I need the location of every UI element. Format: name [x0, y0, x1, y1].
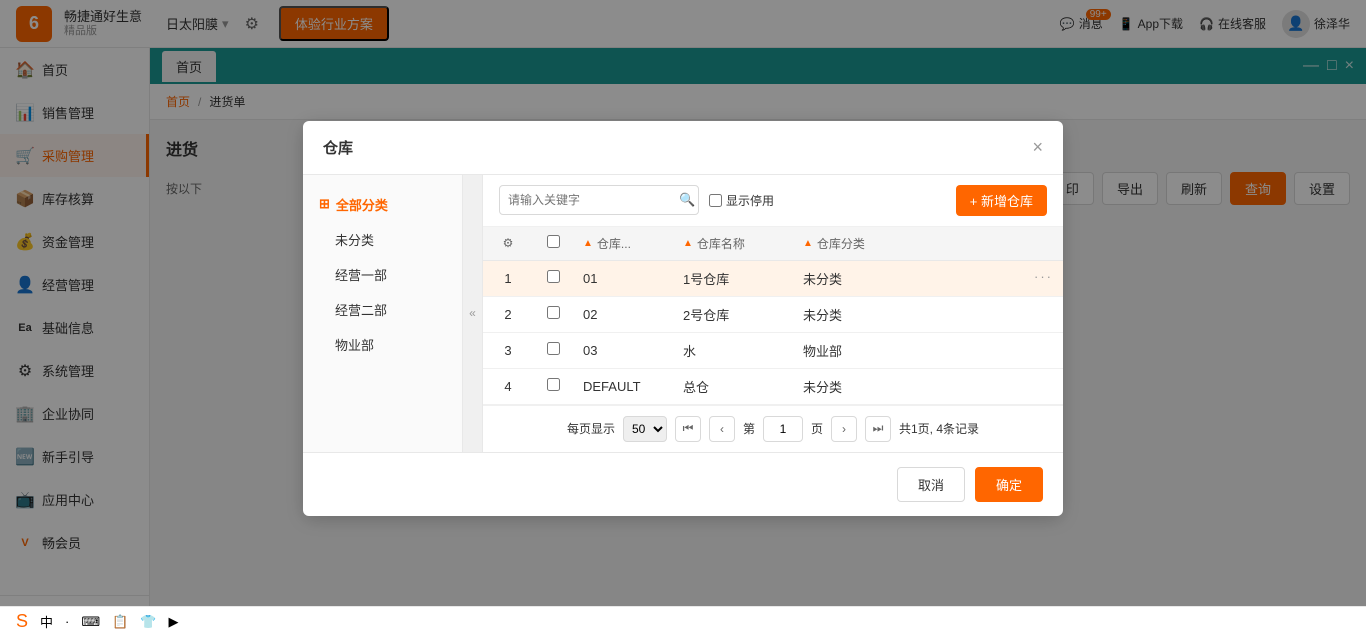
row2-name: 2号仓库: [673, 296, 793, 332]
status-bar: S 中 · ⌨ 📋 👕 ▶: [0, 606, 1366, 636]
modal-category-dept2[interactable]: 经营二部: [303, 292, 462, 327]
row1-code: 01: [573, 260, 673, 296]
warehouse-table-wrap: ⚙ ▲ 仓库...: [483, 227, 1063, 405]
modal-title: 仓库: [323, 137, 353, 158]
row4-name: 总仓: [673, 368, 793, 404]
row4-check[interactable]: [533, 368, 573, 404]
grid-icon: ⊞: [319, 196, 330, 212]
modal-overlay: 仓库 × ⊞ 全部分类 未分类 经营一部 经营二部 物业部 «: [0, 0, 1366, 636]
row1-category: 未分类 ···: [793, 260, 1063, 296]
name-sort-icon: ▲: [683, 238, 693, 249]
th-code: ▲ 仓库...: [573, 227, 673, 261]
row3-checkbox[interactable]: [547, 342, 560, 355]
row4-code: DEFAULT: [573, 368, 673, 404]
modal-category-dept1[interactable]: 经营一部: [303, 257, 462, 292]
table-row[interactable]: 4 DEFAULT 总仓 未分类: [483, 368, 1063, 404]
row3-check[interactable]: [533, 332, 573, 368]
status-item-shirt: 👕: [140, 614, 156, 630]
page-input[interactable]: [763, 416, 803, 442]
row4-category: 未分类: [793, 368, 1063, 404]
pagination: 每页显示 50 ⏮ ‹ 第 页 › ⏭ 共1页, 4条记录: [483, 405, 1063, 452]
status-item-clipboard: 📋: [112, 614, 128, 630]
new-warehouse-button[interactable]: + 新增仓库: [956, 185, 1047, 216]
table-header-row: ⚙ ▲ 仓库...: [483, 227, 1063, 261]
row3-code: 03: [573, 332, 673, 368]
row2-category: 未分类: [793, 296, 1063, 332]
per-page-select[interactable]: 50: [623, 416, 667, 442]
show-disabled-checkbox[interactable]: [709, 194, 722, 207]
th-check: [533, 227, 573, 261]
status-item-play: ▶: [169, 614, 179, 630]
th-name: ▲ 仓库名称: [673, 227, 793, 261]
search-box: 🔍: [499, 185, 699, 215]
select-all-checkbox[interactable]: [547, 235, 560, 248]
modal-header: 仓库 ×: [303, 121, 1063, 175]
table-row[interactable]: 2 02 2号仓库 未分类: [483, 296, 1063, 332]
th-category: ▲ 仓库分类: [793, 227, 1063, 261]
cancel-button[interactable]: 取消: [897, 467, 965, 502]
status-icon-s: S: [16, 611, 28, 632]
table-row[interactable]: 3 03 水 物业部: [483, 332, 1063, 368]
row1-gear: 1: [483, 260, 533, 296]
first-page-button[interactable]: ⏮: [675, 416, 701, 442]
row2-code: 02: [573, 296, 673, 332]
row2-gear: 2: [483, 296, 533, 332]
category-sort-icon: ▲: [803, 238, 813, 249]
sidebar-collapse-button[interactable]: «: [463, 175, 483, 452]
modal-footer: 取消 确定: [303, 452, 1063, 516]
status-item-keyboard: ⌨: [81, 614, 100, 630]
search-input[interactable]: [500, 193, 671, 207]
status-dot: ·: [65, 614, 69, 629]
modal-body: ⊞ 全部分类 未分类 经营一部 经营二部 物业部 « 🔍: [303, 175, 1063, 452]
show-disabled-checkbox-label[interactable]: 显示停用: [709, 192, 774, 209]
row4-checkbox[interactable]: [547, 378, 560, 391]
row2-checkbox[interactable]: [547, 306, 560, 319]
modal-category-unclassified[interactable]: 未分类: [303, 222, 462, 257]
modal-category-property[interactable]: 物业部: [303, 327, 462, 362]
modal-main: 🔍 显示停用 + 新增仓库 ⚙: [483, 175, 1063, 452]
row4-gear: 4: [483, 368, 533, 404]
last-page-button[interactable]: ⏭: [865, 416, 891, 442]
th-gear: ⚙: [483, 227, 533, 261]
warehouse-table: ⚙ ▲ 仓库...: [483, 227, 1063, 405]
row1-check[interactable]: [533, 260, 573, 296]
confirm-button[interactable]: 确定: [975, 467, 1043, 502]
modal-close-button[interactable]: ×: [1032, 137, 1043, 158]
modal-sidebar-header[interactable]: ⊞ 全部分类: [303, 187, 462, 222]
row2-check[interactable]: [533, 296, 573, 332]
row1-name: 1号仓库: [673, 260, 793, 296]
warehouse-modal: 仓库 × ⊞ 全部分类 未分类 经营一部 经营二部 物业部 «: [303, 121, 1063, 516]
modal-category-sidebar: ⊞ 全部分类 未分类 经营一部 经营二部 物业部: [303, 175, 463, 452]
code-sort-icon: ▲: [583, 238, 593, 249]
table-row[interactable]: 1 01 1号仓库 未分类 ···: [483, 260, 1063, 296]
row3-name: 水: [673, 332, 793, 368]
modal-toolbar: 🔍 显示停用 + 新增仓库: [483, 175, 1063, 227]
prev-page-button[interactable]: ‹: [709, 416, 735, 442]
search-icon[interactable]: 🔍: [671, 192, 699, 208]
row3-category: 物业部: [793, 332, 1063, 368]
next-page-button[interactable]: ›: [831, 416, 857, 442]
row1-actions[interactable]: ···: [1034, 269, 1053, 284]
status-item-zh: 中: [40, 612, 53, 631]
row3-gear: 3: [483, 332, 533, 368]
row1-checkbox[interactable]: [547, 270, 560, 283]
